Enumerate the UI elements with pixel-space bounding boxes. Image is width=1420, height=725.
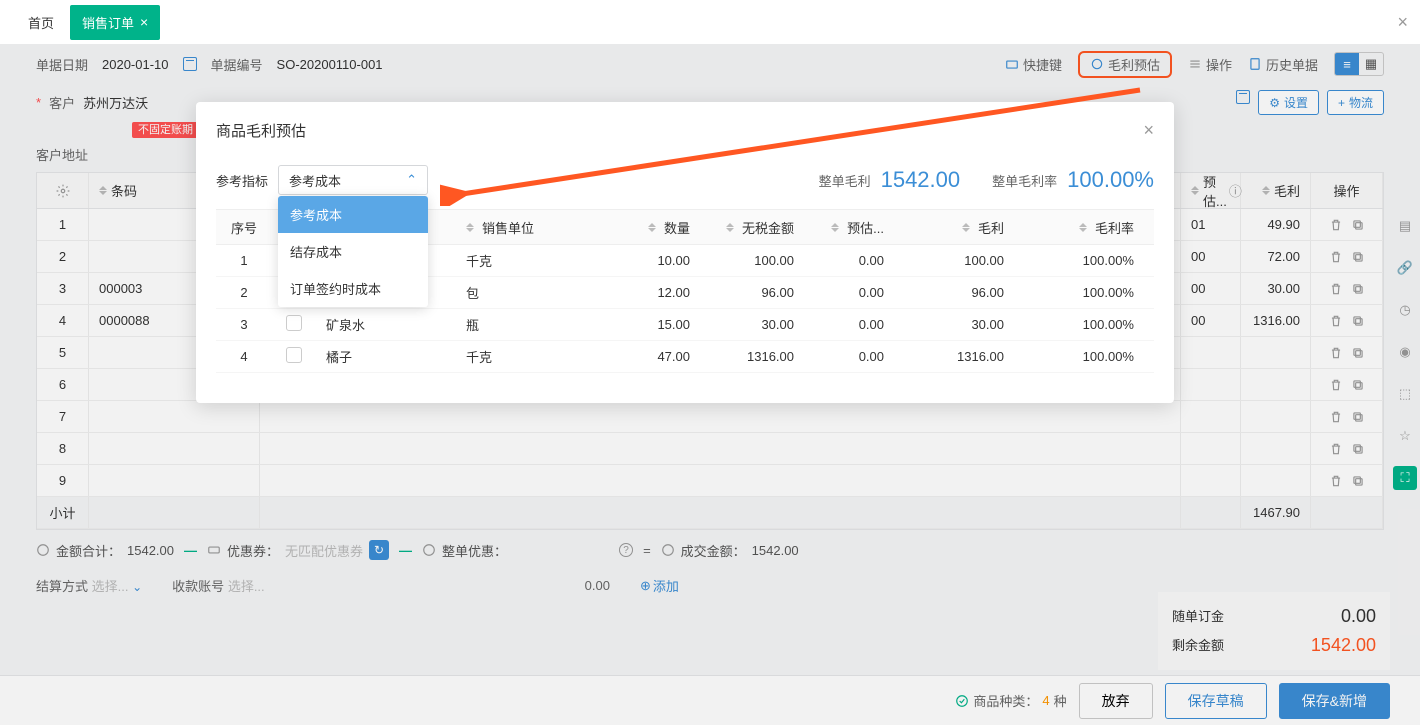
mcell-amount: 1316.00 — [700, 349, 804, 364]
tab-label: 销售订单 — [82, 13, 134, 32]
mcell-estimate: 0.00 — [804, 317, 894, 332]
mcell-rate: 100.00% — [1014, 317, 1144, 332]
mcell-name: 矿泉水 — [316, 315, 456, 334]
mcell-qty: 47.00 — [596, 349, 700, 364]
mcell-checkbox[interactable] — [272, 347, 316, 366]
mcell-estimate: 0.00 — [804, 349, 894, 364]
metric-option[interactable]: 参考成本 — [278, 196, 428, 233]
total-profit-rate-label: 整单毛利率 — [992, 171, 1057, 190]
mcell-rate: 100.00% — [1014, 349, 1144, 364]
mcol-qty[interactable]: 数量 — [596, 218, 700, 237]
mcell-rate: 100.00% — [1014, 253, 1144, 268]
mcell-unit: 千克 — [456, 251, 596, 270]
mcell-estimate: 0.00 — [804, 285, 894, 300]
mcell-qty: 12.00 — [596, 285, 700, 300]
close-icon[interactable]: × — [140, 14, 148, 30]
metric-select-wrap: 参考成本 ⌃ 参考成本 结存成本 订单签约时成本 — [278, 165, 428, 195]
metric-label: 参考指标 — [216, 171, 268, 190]
modal-stats-row: 参考指标 参考成本 ⌃ 参考成本 结存成本 订单签约时成本 整单毛利 1542.… — [196, 159, 1174, 209]
metric-select[interactable]: 参考成本 ⌃ — [278, 165, 428, 195]
metric-option[interactable]: 订单签约时成本 — [278, 270, 428, 307]
mcell-index: 4 — [216, 349, 272, 364]
mcol-amount[interactable]: 无税金额 — [700, 218, 804, 237]
mcol-estimate[interactable]: 预估... — [804, 218, 894, 237]
total-profit-value: 1542.00 — [881, 167, 961, 193]
mcell-profit: 96.00 — [894, 285, 1014, 300]
mcell-amount: 100.00 — [700, 253, 804, 268]
mcell-rate: 100.00% — [1014, 285, 1144, 300]
metric-dropdown: 参考成本 结存成本 订单签约时成本 — [278, 196, 428, 307]
mcell-amount: 30.00 — [700, 317, 804, 332]
mcell-index: 1 — [216, 253, 272, 268]
mcell-checkbox[interactable] — [272, 315, 316, 334]
close-all-icon[interactable]: × — [1397, 12, 1408, 33]
mcell-index: 3 — [216, 317, 272, 332]
tab-sales-order[interactable]: 销售订单 × — [70, 5, 160, 40]
mcell-unit: 包 — [456, 283, 596, 302]
total-profit-rate-value: 100.00% — [1067, 167, 1154, 193]
mcell-qty: 15.00 — [596, 317, 700, 332]
modal-table-row[interactable]: 4 橘子 千克 47.00 1316.00 0.00 1316.00 100.0… — [216, 341, 1154, 373]
mcell-profit: 1316.00 — [894, 349, 1014, 364]
mcell-name: 橘子 — [316, 347, 456, 366]
mcell-unit: 千克 — [456, 347, 596, 366]
close-icon[interactable]: × — [1143, 120, 1154, 141]
mcell-profit: 30.00 — [894, 317, 1014, 332]
modal-title-bar: 商品毛利预估 × — [196, 102, 1174, 159]
modal-table-row[interactable]: 3 矿泉水 瓶 15.00 30.00 0.00 30.00 100.00% — [216, 309, 1154, 341]
metric-option[interactable]: 结存成本 — [278, 233, 428, 270]
mcell-profit: 100.00 — [894, 253, 1014, 268]
modal-title: 商品毛利预估 — [216, 120, 306, 141]
mcell-qty: 10.00 — [596, 253, 700, 268]
mcol-profit[interactable]: 毛利 — [894, 218, 1014, 237]
metric-value: 参考成本 — [289, 171, 341, 190]
total-profit-label: 整单毛利 — [819, 171, 871, 190]
mcell-amount: 96.00 — [700, 285, 804, 300]
mcell-index: 2 — [216, 285, 272, 300]
mcol-unit[interactable]: 销售单位 — [456, 218, 596, 237]
top-tab-bar: 首页 销售订单 × × — [0, 0, 1420, 44]
chevron-up-icon: ⌃ — [406, 172, 417, 188]
mcol-rate[interactable]: 毛利率 — [1014, 218, 1144, 237]
mcell-estimate: 0.00 — [804, 253, 894, 268]
mcol-index[interactable]: 序号 — [216, 218, 272, 237]
profit-estimate-modal: 商品毛利预估 × 参考指标 参考成本 ⌃ 参考成本 结存成本 订单签约时成本 整… — [196, 102, 1174, 403]
tab-home[interactable]: 首页 — [12, 13, 70, 32]
mcell-unit: 瓶 — [456, 315, 596, 334]
